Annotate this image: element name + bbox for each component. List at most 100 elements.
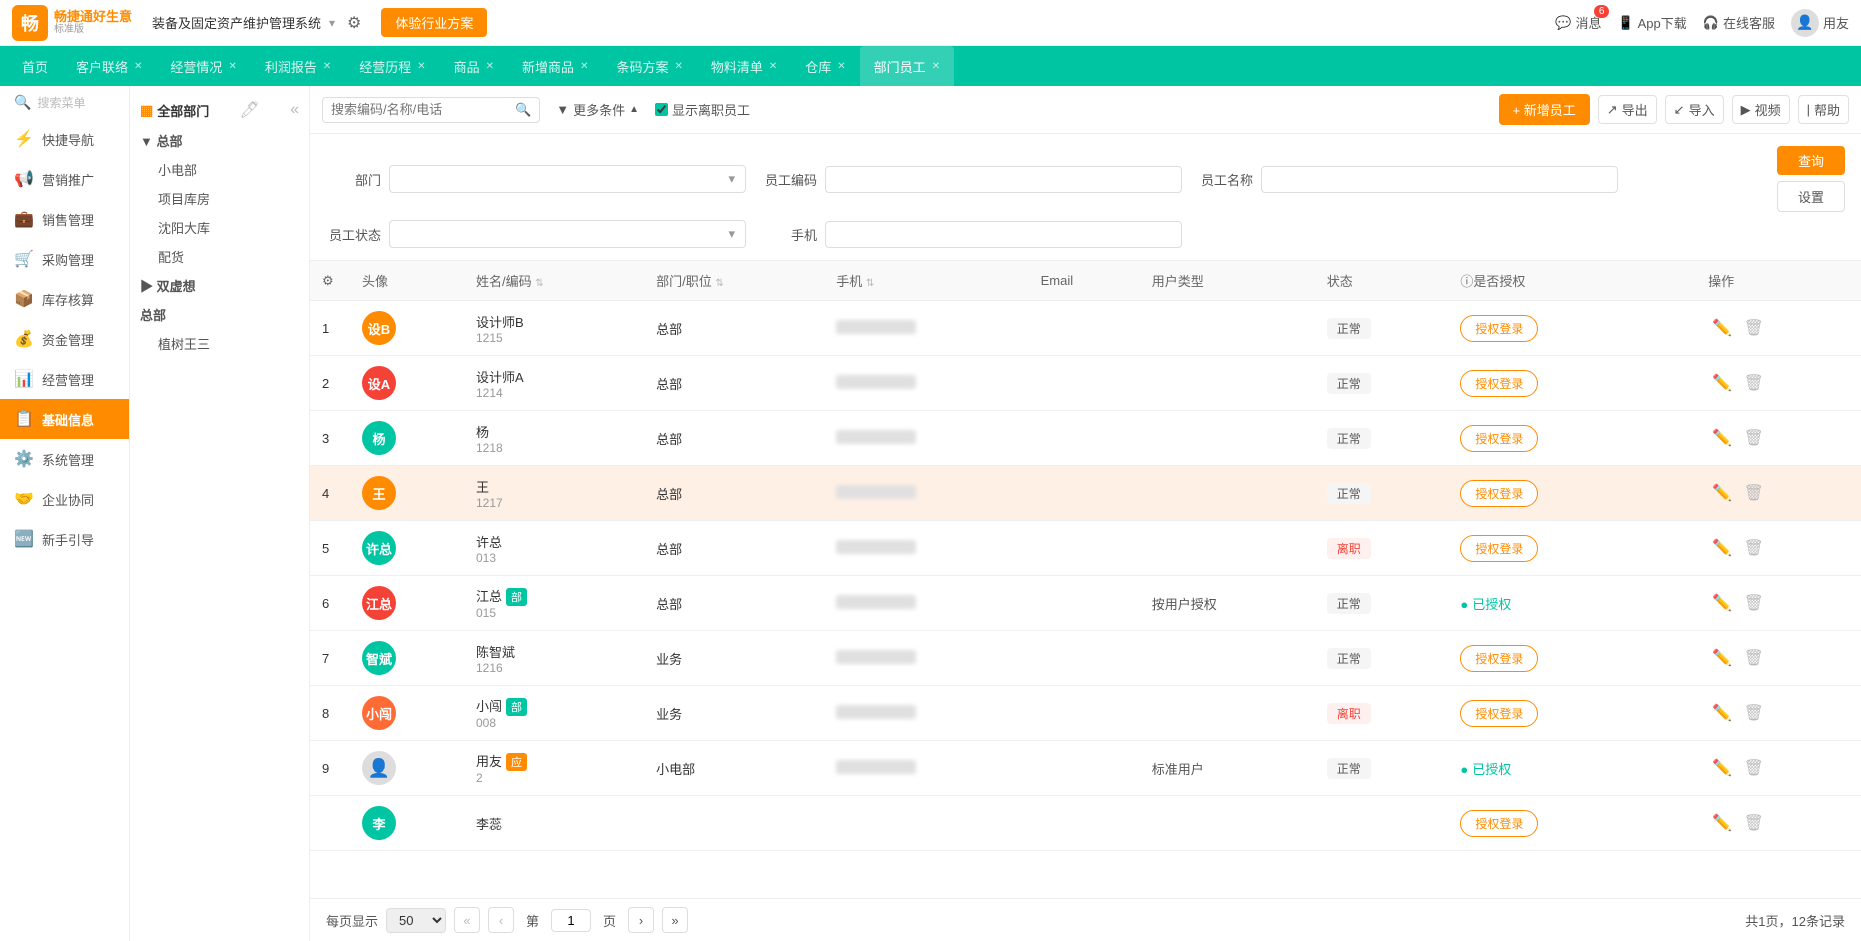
sidebar-item-finance[interactable]: 💰资金管理 [0,319,129,359]
delete-button[interactable]: 🗑 [1740,756,1768,780]
edit-button[interactable]: ✏️ [1708,811,1736,835]
nav-tab-新增商品[interactable]: 新增商品 ✕ [508,46,602,86]
edit-button[interactable]: ✏️ [1708,426,1736,450]
auth-login-button[interactable]: 授权登录 [1460,810,1538,837]
nav-tab-部门员工[interactable]: 部门员工 ✕ [860,46,954,86]
tab-close-icon[interactable]: ✕ [932,61,940,72]
dept-child-小电部[interactable]: 小电部 [130,155,309,184]
show-resigned-checkbox[interactable] [655,103,668,116]
delete-button[interactable]: 🗑 [1740,646,1768,670]
page-size-select[interactable]: 50 10 20 100 [386,908,446,933]
auth-login-button[interactable]: 授权登录 [1460,700,1538,727]
search-button[interactable]: 查询 [1777,146,1845,175]
tab-close-icon[interactable]: ✕ [417,61,425,72]
nav-tab-商品[interactable]: 商品 ✕ [440,46,508,86]
message-button[interactable]: 💬 消息 6 [1555,13,1601,32]
sidebar-item-operations[interactable]: 📊经营管理 [0,359,129,399]
chevron-down-icon[interactable]: ▾ [329,16,335,30]
sidebar-item-inventory[interactable]: 📦库存核算 [0,279,129,319]
nav-tab-仓库[interactable]: 仓库 ✕ [791,46,859,86]
tab-close-icon[interactable]: ✕ [580,61,588,72]
delete-button[interactable]: 🗑 [1740,591,1768,615]
dept-child-配货[interactable]: 配货 [130,242,309,271]
auth-login-button[interactable]: 授权登录 [1460,425,1538,452]
sidebar-item-enterprise[interactable]: 🤝企业协同 [0,479,129,519]
last-page-button[interactable]: » [662,907,688,933]
auth-login-button[interactable]: 授权登录 [1460,535,1538,562]
delete-button[interactable]: 🗑 [1740,481,1768,505]
emp-status-select[interactable]: ▾ [389,220,746,248]
reset-button[interactable]: 设置 [1777,181,1845,212]
current-page-input[interactable] [551,909,591,932]
tab-close-icon[interactable]: ✕ [486,61,494,72]
dept-edit-icon[interactable]: 🖊 [240,100,260,120]
tab-close-icon[interactable]: ✕ [323,61,331,72]
nav-tab-物料清单[interactable]: 物料清单 ✕ [697,46,791,86]
nav-tab-条码方案[interactable]: 条码方案 ✕ [602,46,696,86]
nav-tab-客户联络[interactable]: 客户联络 ✕ [62,46,156,86]
sidebar-item-sales[interactable]: 💼销售管理 [0,199,129,239]
online-service-button[interactable]: 🎧 在线客服 [1703,13,1775,32]
col-name[interactable]: 姓名/编码 ⇅ [464,261,644,301]
delete-button[interactable]: 🗑 [1740,536,1768,560]
nav-tab-首页[interactable]: 首页 [8,46,62,86]
view-button[interactable]: ▶ 视频 [1732,95,1790,124]
edit-button[interactable]: ✏️ [1708,316,1736,340]
settings-button[interactable]: ⚙ [343,9,365,37]
dept-child-项目库房[interactable]: 项目库房 [130,184,309,213]
emp-name-input[interactable] [1261,166,1618,193]
help-button[interactable]: | 帮助 [1798,95,1849,124]
app-download-button[interactable]: 📱 App下载 [1617,13,1686,32]
more-filter-button[interactable]: ▼ 更多条件 ▲ [548,96,647,123]
dept-child-植树王三[interactable]: 植树王三 [130,329,309,358]
sidebar-item-shortcuts[interactable]: ⚡快捷导航 [0,119,129,159]
dept-child-沈阳大库[interactable]: 沈阳大库 [130,213,309,242]
col-dept[interactable]: 部门/职位 ⇅ [644,261,824,301]
sidebar-search[interactable]: 🔍搜索菜单 [0,86,129,119]
next-page-button[interactable]: › [628,907,654,933]
delete-button[interactable]: 🗑 [1740,701,1768,725]
import-button[interactable]: ↙ 导入 [1665,95,1724,124]
tab-close-icon[interactable]: ✕ [769,61,777,72]
tab-close-icon[interactable]: ✕ [837,61,845,72]
phone-input[interactable] [825,221,1182,248]
search-icon[interactable]: 🔍 [515,102,531,118]
trial-button[interactable]: 体验行业方案 [381,8,487,37]
col-settings[interactable]: ⚙ [310,261,350,301]
delete-button[interactable]: 🗑 [1740,316,1768,340]
user-area[interactable]: 👤 用友 [1791,9,1849,37]
dept-group-总部[interactable]: 总部 [130,300,309,329]
edit-button[interactable]: ✏️ [1708,481,1736,505]
col-phone[interactable]: 手机 ⇅ [824,261,1028,301]
dept-group-总部[interactable]: ▼ 总部 [130,126,309,155]
edit-button[interactable]: ✏️ [1708,646,1736,670]
auth-login-button[interactable]: 授权登录 [1460,370,1538,397]
show-resigned-toggle[interactable]: 显示离职员工 [655,100,750,119]
edit-button[interactable]: ✏️ [1708,701,1736,725]
edit-button[interactable]: ✏️ [1708,371,1736,395]
first-page-button[interactable]: « [454,907,480,933]
tab-close-icon[interactable]: ✕ [674,61,682,72]
sidebar-item-basic[interactable]: 📋基础信息 [0,399,129,439]
delete-button[interactable]: 🗑 [1740,371,1768,395]
auth-login-button[interactable]: 授权登录 [1460,315,1538,342]
tab-close-icon[interactable]: ✕ [134,61,142,72]
nav-tab-经营情况[interactable]: 经营情况 ✕ [156,46,250,86]
sidebar-item-system[interactable]: ⚙️系统管理 [0,439,129,479]
search-input[interactable] [331,102,511,117]
auth-login-button[interactable]: 授权登录 [1460,645,1538,672]
dept-select[interactable]: ▾ [389,165,746,193]
edit-button[interactable]: ✏️ [1708,591,1736,615]
auth-login-button[interactable]: 授权登录 [1460,480,1538,507]
dept-group-双虚想[interactable]: ▶ 双虚想 [130,271,309,300]
tab-close-icon[interactable]: ✕ [228,61,236,72]
sidebar-item-guide[interactable]: 🆕新手引导 [0,519,129,559]
edit-button[interactable]: ✏️ [1708,756,1736,780]
export-button[interactable]: ↗ 导出 [1598,95,1657,124]
sidebar-item-marketing[interactable]: 📢营销推广 [0,159,129,199]
prev-page-button[interactable]: ‹ [488,907,514,933]
nav-tab-经营历程[interactable]: 经营历程 ✕ [345,46,439,86]
add-employee-button[interactable]: + 新增员工 [1499,94,1590,125]
dept-collapse-icon[interactable]: « [290,101,299,119]
nav-tab-利润报告[interactable]: 利润报告 ✕ [251,46,345,86]
